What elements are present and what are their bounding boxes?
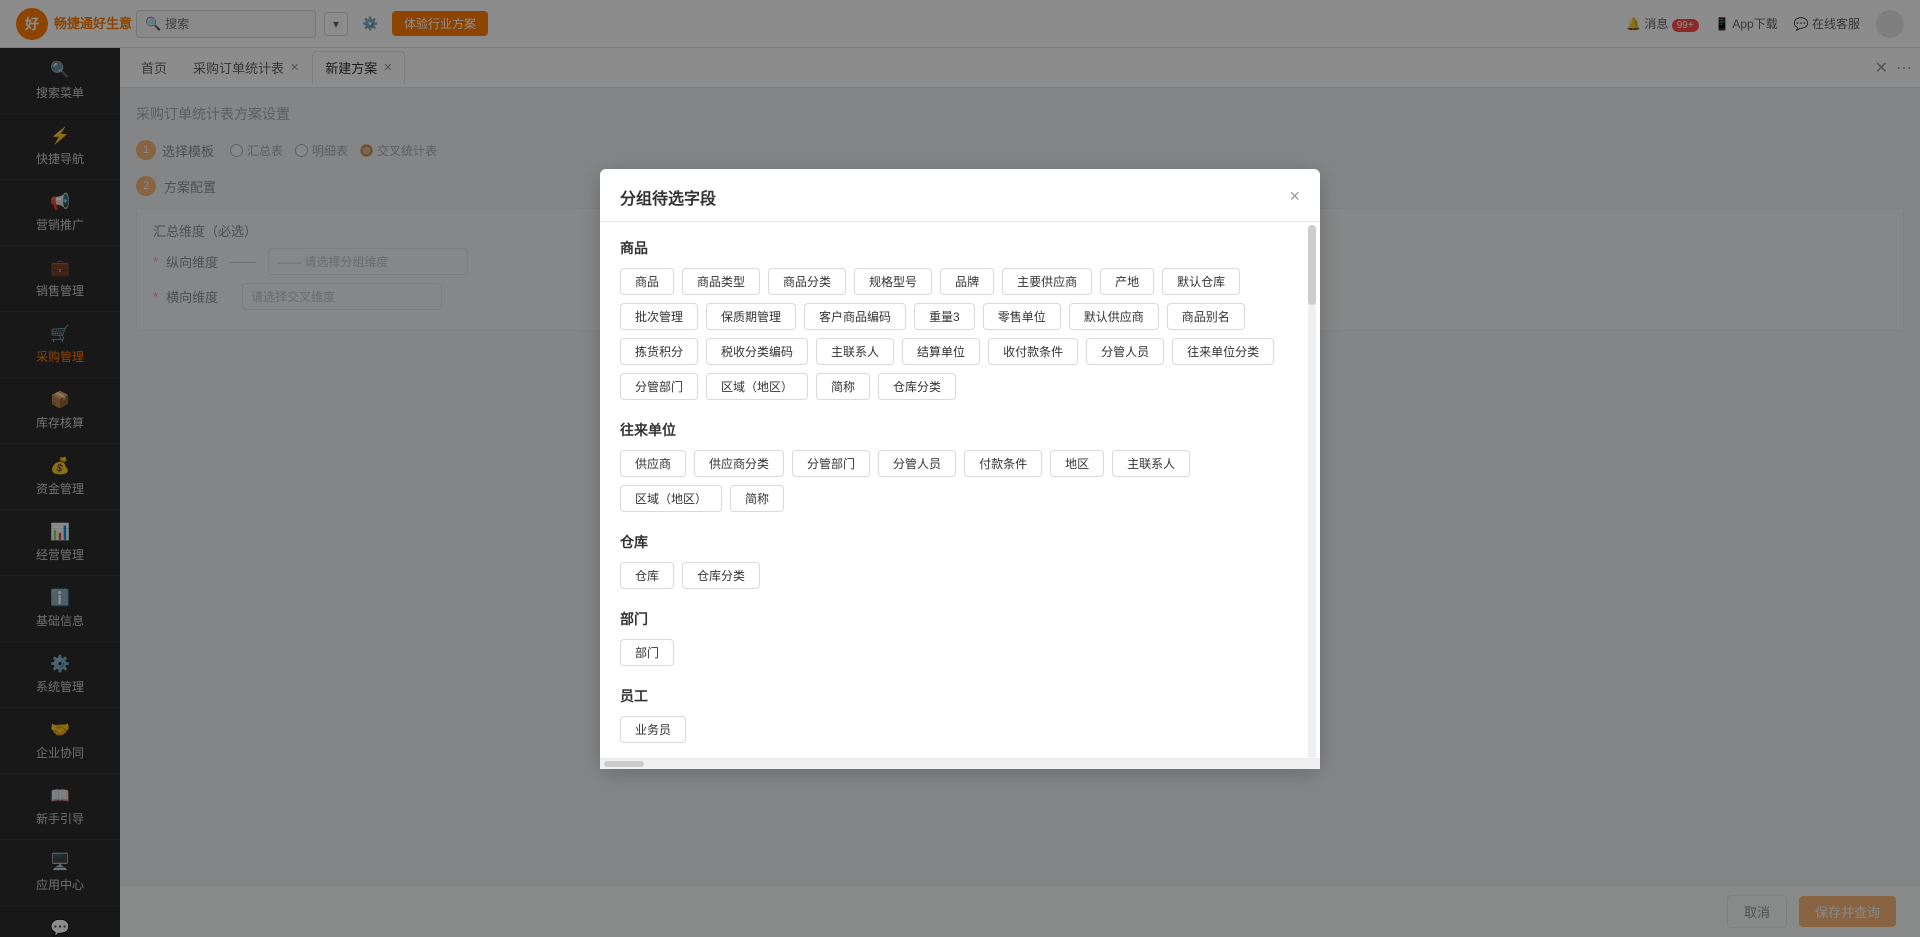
field-tag-0-21[interactable]: 往来单位分类 — [1172, 338, 1274, 365]
field-tag-0-2[interactable]: 商品分类 — [768, 268, 846, 295]
field-tag-2-0[interactable]: 仓库 — [620, 562, 674, 589]
field-tag-3-0[interactable]: 部门 — [620, 639, 674, 666]
field-tag-0-16[interactable]: 税收分类编码 — [706, 338, 808, 365]
field-tag-1-7[interactable]: 区域（地区） — [620, 485, 722, 512]
field-tags-1: 供应商供应商分类分管部门分管人员付款条件地区主联系人区域（地区） 简称 — [620, 450, 1300, 512]
field-tag-0-18[interactable]: 结算单位 — [902, 338, 980, 365]
field-group-title-2: 仓库 — [620, 532, 1300, 552]
field-tag-4-0[interactable]: 业务员 — [620, 716, 686, 743]
modal-header: 分组待选字段 × — [600, 169, 1320, 222]
field-tag-1-5[interactable]: 地区 — [1050, 450, 1104, 477]
horizontal-scrollbar — [600, 758, 1320, 768]
field-tags-2: 仓库仓库分类 — [620, 562, 1300, 589]
field-tag-0-24[interactable]: 简称 — [816, 373, 870, 400]
field-tag-0-10[interactable]: 客户商品编码 — [804, 303, 906, 330]
field-tag-0-4[interactable]: 品牌 — [940, 268, 994, 295]
field-tag-0-5[interactable]: 主要供应商 — [1002, 268, 1092, 295]
modal-title: 分组待选字段 — [620, 185, 716, 209]
field-tag-0-12[interactable]: 零售单位 — [983, 303, 1061, 330]
field-tag-2-1[interactable]: 仓库分类 — [682, 562, 760, 589]
field-tag-0-23[interactable]: 区域（地区） — [706, 373, 808, 400]
field-tag-0-25[interactable]: 仓库分类 — [878, 373, 956, 400]
field-group-1: 往来单位供应商供应商分类分管部门分管人员付款条件地区主联系人区域（地区） 简称 — [620, 420, 1300, 512]
field-tag-0-9[interactable]: 保质期管理 — [706, 303, 796, 330]
field-tag-0-20[interactable]: 分管人员 — [1086, 338, 1164, 365]
field-tag-1-4[interactable]: 付款条件 — [964, 450, 1042, 477]
field-tag-1-1[interactable]: 供应商分类 — [694, 450, 784, 477]
modal: 分组待选字段 × 商品商品商品类型商品分类规格型号品牌主要供应商产地默认仓库批次… — [600, 169, 1320, 769]
field-group-4: 员工业务员 — [620, 686, 1300, 743]
field-tag-0-0[interactable]: 商品 — [620, 268, 674, 295]
field-group-title-0: 商品 — [620, 238, 1300, 258]
field-tag-0-3[interactable]: 规格型号 — [854, 268, 932, 295]
field-tags-0: 商品商品类型商品分类规格型号品牌主要供应商产地默认仓库批次管理保质期管理客户商品… — [620, 268, 1300, 400]
field-tag-0-6[interactable]: 产地 — [1100, 268, 1154, 295]
field-tag-0-11[interactable]: 重量3 — [914, 303, 975, 330]
field-tag-1-2[interactable]: 分管部门 — [792, 450, 870, 477]
field-group-title-1: 往来单位 — [620, 420, 1300, 440]
field-group-title-4: 员工 — [620, 686, 1300, 706]
modal-overlay: 分组待选字段 × 商品商品商品类型商品分类规格型号品牌主要供应商产地默认仓库批次… — [0, 0, 1920, 937]
field-group-title-3: 部门 — [620, 609, 1300, 629]
field-tag-0-7[interactable]: 默认仓库 — [1162, 268, 1240, 295]
field-tag-0-15[interactable]: 拣货积分 — [620, 338, 698, 365]
field-tag-0-13[interactable]: 默认供应商 — [1069, 303, 1159, 330]
scrollbar-thumb[interactable] — [1308, 225, 1316, 305]
field-tag-0-14[interactable]: 商品别名 — [1167, 303, 1245, 330]
field-tag-1-3[interactable]: 分管人员 — [878, 450, 956, 477]
modal-body: 商品商品商品类型商品分类规格型号品牌主要供应商产地默认仓库批次管理保质期管理客户… — [600, 222, 1320, 759]
field-group-3: 部门部门 — [620, 609, 1300, 666]
field-tag-1-8[interactable]: 简称 — [730, 485, 784, 512]
field-group-2: 仓库仓库仓库分类 — [620, 532, 1300, 589]
field-tag-0-17[interactable]: 主联系人 — [816, 338, 894, 365]
scrollbar-track — [1308, 225, 1316, 769]
field-tag-0-8[interactable]: 批次管理 — [620, 303, 698, 330]
modal-close-button[interactable]: × — [1289, 186, 1300, 207]
field-tag-1-6[interactable]: 主联系人 — [1112, 450, 1190, 477]
field-tag-0-19[interactable]: 收付款条件 — [988, 338, 1078, 365]
field-tags-3: 部门 — [620, 639, 1300, 666]
field-tag-0-1[interactable]: 商品类型 — [682, 268, 760, 295]
field-tags-4: 业务员 — [620, 716, 1300, 743]
field-group-0: 商品商品商品类型商品分类规格型号品牌主要供应商产地默认仓库批次管理保质期管理客户… — [620, 238, 1300, 400]
field-tag-1-0[interactable]: 供应商 — [620, 450, 686, 477]
field-tag-0-22[interactable]: 分管部门 — [620, 373, 698, 400]
h-scrollbar-thumb[interactable] — [604, 761, 644, 767]
